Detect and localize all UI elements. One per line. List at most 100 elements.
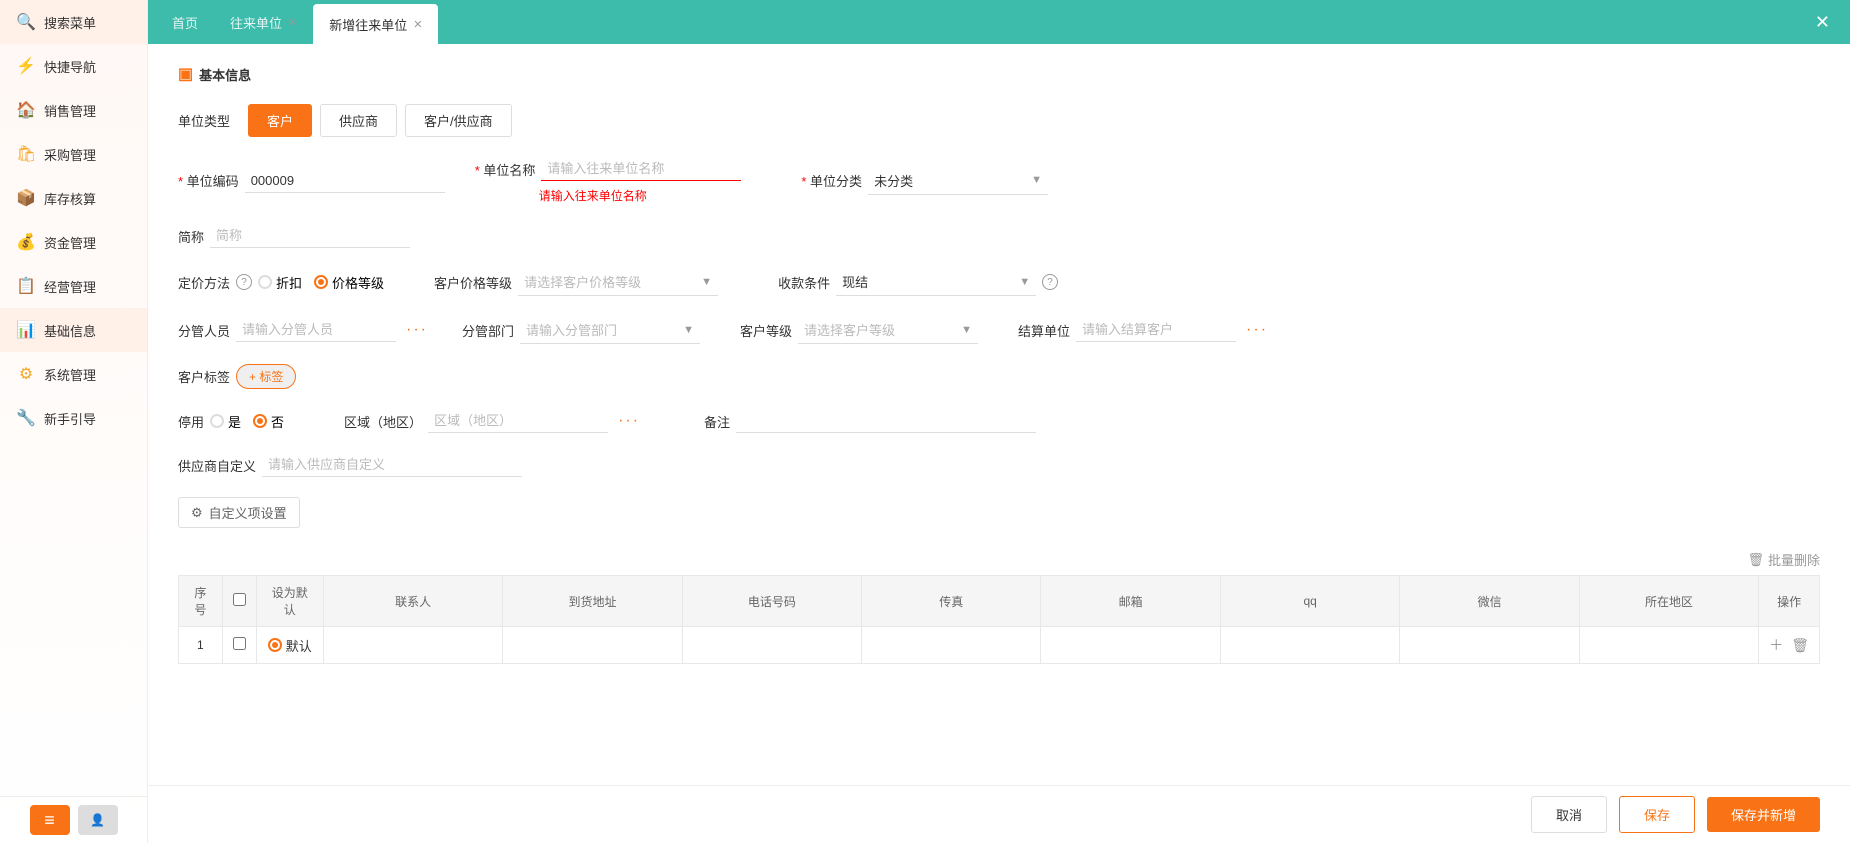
pricing-level-option[interactable]: 价格等级 (314, 273, 384, 292)
col-region: 所在地区 (1579, 576, 1758, 627)
add-row-btn[interactable]: ＋ (1769, 635, 1783, 655)
supplier-custom-input[interactable] (262, 453, 522, 477)
region-label: 区域（地区） (344, 412, 422, 431)
sidebar-item-finance[interactable]: 💰 资金管理 (0, 220, 147, 264)
fax-input[interactable] (872, 638, 1030, 653)
abbreviation-input[interactable] (210, 224, 410, 248)
disabled-radio-group: 是 否 (210, 412, 284, 431)
cell-seq: 1 (179, 627, 223, 664)
supplier-custom-label: 供应商自定义 (178, 456, 256, 475)
wrench-icon: 🔧 (16, 408, 36, 428)
sidebar-item-sales[interactable]: 🏠 销售管理 (0, 88, 147, 132)
sidebar-item-label: 快捷导航 (44, 57, 96, 76)
customer-tag-group: 客户标签 + 标签 (178, 364, 296, 389)
remarks-input[interactable] (736, 409, 1036, 433)
sidebar-item-operations[interactable]: 📋 经营管理 (0, 264, 147, 308)
custom-settings-btn[interactable]: ⚙ 自定义项设置 (178, 497, 300, 528)
contact-table-section: 🗑 批量删除 序号 设为默认 联系人 到货地址 电话号码 传真 邮箱 qq (178, 544, 1820, 664)
section-title-text: 基本信息 (199, 65, 251, 84)
unit-type-row: 单位类型 客户 供应商 客户/供应商 (178, 104, 1820, 137)
default-radio-item[interactable]: 默认 (267, 636, 313, 655)
delete-row-btn[interactable]: 🗑 (1791, 637, 1809, 654)
payment-terms-help-icon[interactable]: ? (1042, 274, 1058, 290)
cell-checkbox (222, 627, 256, 664)
settlement-unit-more-btn[interactable]: ··· (1242, 321, 1272, 339)
form-row-1: 单位编码 单位名称 请输入往来单位名称 单位分类 未分类 ▼ (178, 157, 1820, 204)
manager-more-btn[interactable]: ··· (402, 321, 432, 339)
sidebar-item-label: 销售管理 (44, 101, 96, 120)
tab-new-partner-label: 新增往来单位 (329, 15, 407, 34)
customer-price-level-select[interactable]: 请选择客户价格等级 ▼ (518, 268, 718, 296)
region-more-btn[interactable]: ··· (614, 412, 644, 430)
contact-table: 序号 设为默认 联系人 到货地址 电话号码 传真 邮箱 qq 微信 所在地区 操… (178, 575, 1820, 664)
btn-customer[interactable]: 客户 (248, 104, 312, 137)
header-checkbox[interactable] (233, 593, 246, 606)
sidebar-item-quick-nav[interactable]: ⚡ 快捷导航 (0, 44, 147, 88)
pricing-discount-option[interactable]: 折扣 (258, 273, 302, 292)
sidebar-expand-btn[interactable]: ≡ (30, 805, 70, 835)
tabs-close-all[interactable]: ✕ (1803, 12, 1842, 33)
tab-partners-close[interactable]: ✕ (288, 16, 297, 29)
unit-code-group: 单位编码 (178, 169, 445, 193)
region-input[interactable] (428, 409, 608, 433)
wechat-input[interactable] (1410, 638, 1568, 653)
sidebar-item-search[interactable]: 🔍 搜索菜单 (0, 0, 147, 44)
sidebar-item-system[interactable]: ⚙ 系统管理 (0, 352, 147, 396)
disabled-no-option[interactable]: 否 (253, 412, 284, 431)
payment-terms-select[interactable]: 现结 ▼ (836, 268, 1036, 296)
qq-input[interactable] (1231, 638, 1390, 653)
settlement-unit-label: 结算单位 (1018, 321, 1070, 340)
table-header-row: 序号 设为默认 联系人 到货地址 电话号码 传真 邮箱 qq 微信 所在地区 操… (179, 576, 1820, 627)
pricing-method-label: 定价方法 (178, 273, 230, 292)
col-qq: qq (1220, 576, 1400, 627)
customer-tag-btn[interactable]: + 标签 (236, 364, 296, 389)
tab-partners[interactable]: 往来单位 ✕ (214, 0, 313, 44)
tab-new-partner-close[interactable]: ✕ (413, 18, 422, 31)
row-checkbox[interactable] (233, 637, 246, 650)
customer-level-placeholder: 请选择客户等级 (804, 320, 895, 339)
sidebar-item-purchase[interactable]: 🛍 采购管理 (0, 132, 147, 176)
unit-category-arrow: ▼ (1031, 174, 1042, 186)
contact-input[interactable] (334, 638, 492, 653)
sidebar: 🔍 搜索菜单 ⚡ 快捷导航 🏠 销售管理 🛍 采购管理 📦 库存核算 💰 资金管… (0, 0, 148, 843)
sidebar-item-label: 搜索菜单 (44, 13, 96, 32)
sidebar-item-basic-info[interactable]: 📊 基础信息 (0, 308, 147, 352)
customer-level-select[interactable]: 请选择客户等级 ▼ (798, 316, 978, 344)
disabled-yes-option[interactable]: 是 (210, 412, 241, 431)
btn-supplier[interactable]: 供应商 (320, 104, 397, 137)
sidebar-item-guide[interactable]: 🔧 新手引导 (0, 396, 147, 440)
default-label: 默认 (286, 636, 312, 655)
save-button[interactable]: 保存 (1619, 796, 1695, 833)
cancel-button[interactable]: 取消 (1531, 796, 1607, 833)
lightning-icon: ⚡ (16, 56, 36, 76)
pricing-discount-radio (258, 275, 272, 289)
department-select[interactable]: 请输入分管部门 ▼ (520, 316, 700, 344)
tab-bar: 首页 往来单位 ✕ 新增往来单位 ✕ ✕ (148, 0, 1850, 44)
tab-new-partner[interactable]: 新增往来单位 ✕ (313, 4, 438, 44)
sidebar-item-inventory[interactable]: 📦 库存核算 (0, 176, 147, 220)
manager-input[interactable] (236, 318, 396, 342)
supplier-custom-group: 供应商自定义 (178, 453, 522, 477)
customer-price-level-placeholder: 请选择客户价格等级 (524, 272, 641, 291)
pricing-help-icon[interactable]: ? (236, 274, 252, 290)
unit-code-input[interactable] (245, 169, 445, 193)
email-input[interactable] (1051, 638, 1209, 653)
unit-name-input[interactable] (541, 157, 741, 181)
cell-phone (682, 627, 861, 664)
region-group: 区域（地区） ··· (344, 409, 644, 433)
row-region-input[interactable] (1590, 638, 1748, 653)
form-row-4: 分管人员 ··· 分管部门 请输入分管部门 ▼ 客户等级 请选择客户等级 ▼ 结… (178, 316, 1820, 344)
form-row-5: 客户标签 + 标签 (178, 364, 1820, 389)
unit-category-select[interactable]: 未分类 ▼ (868, 167, 1048, 195)
btn-both[interactable]: 客户/供应商 (405, 104, 512, 137)
custom-settings-icon: ⚙ (191, 505, 203, 521)
phone-input[interactable] (693, 638, 851, 653)
save-new-button[interactable]: 保存并新增 (1707, 797, 1820, 832)
settlement-unit-input[interactable] (1076, 318, 1236, 342)
form-row-6: 停用 是 否 区域（地区） ··· 备注 (178, 409, 1820, 433)
tab-home[interactable]: 首页 (156, 0, 214, 44)
sidebar-item-label: 库存核算 (44, 189, 96, 208)
batch-delete-btn[interactable]: 🗑 批量删除 (1747, 550, 1820, 569)
sidebar-user-btn[interactable]: 👤 (78, 805, 118, 835)
address-input[interactable] (513, 638, 671, 653)
